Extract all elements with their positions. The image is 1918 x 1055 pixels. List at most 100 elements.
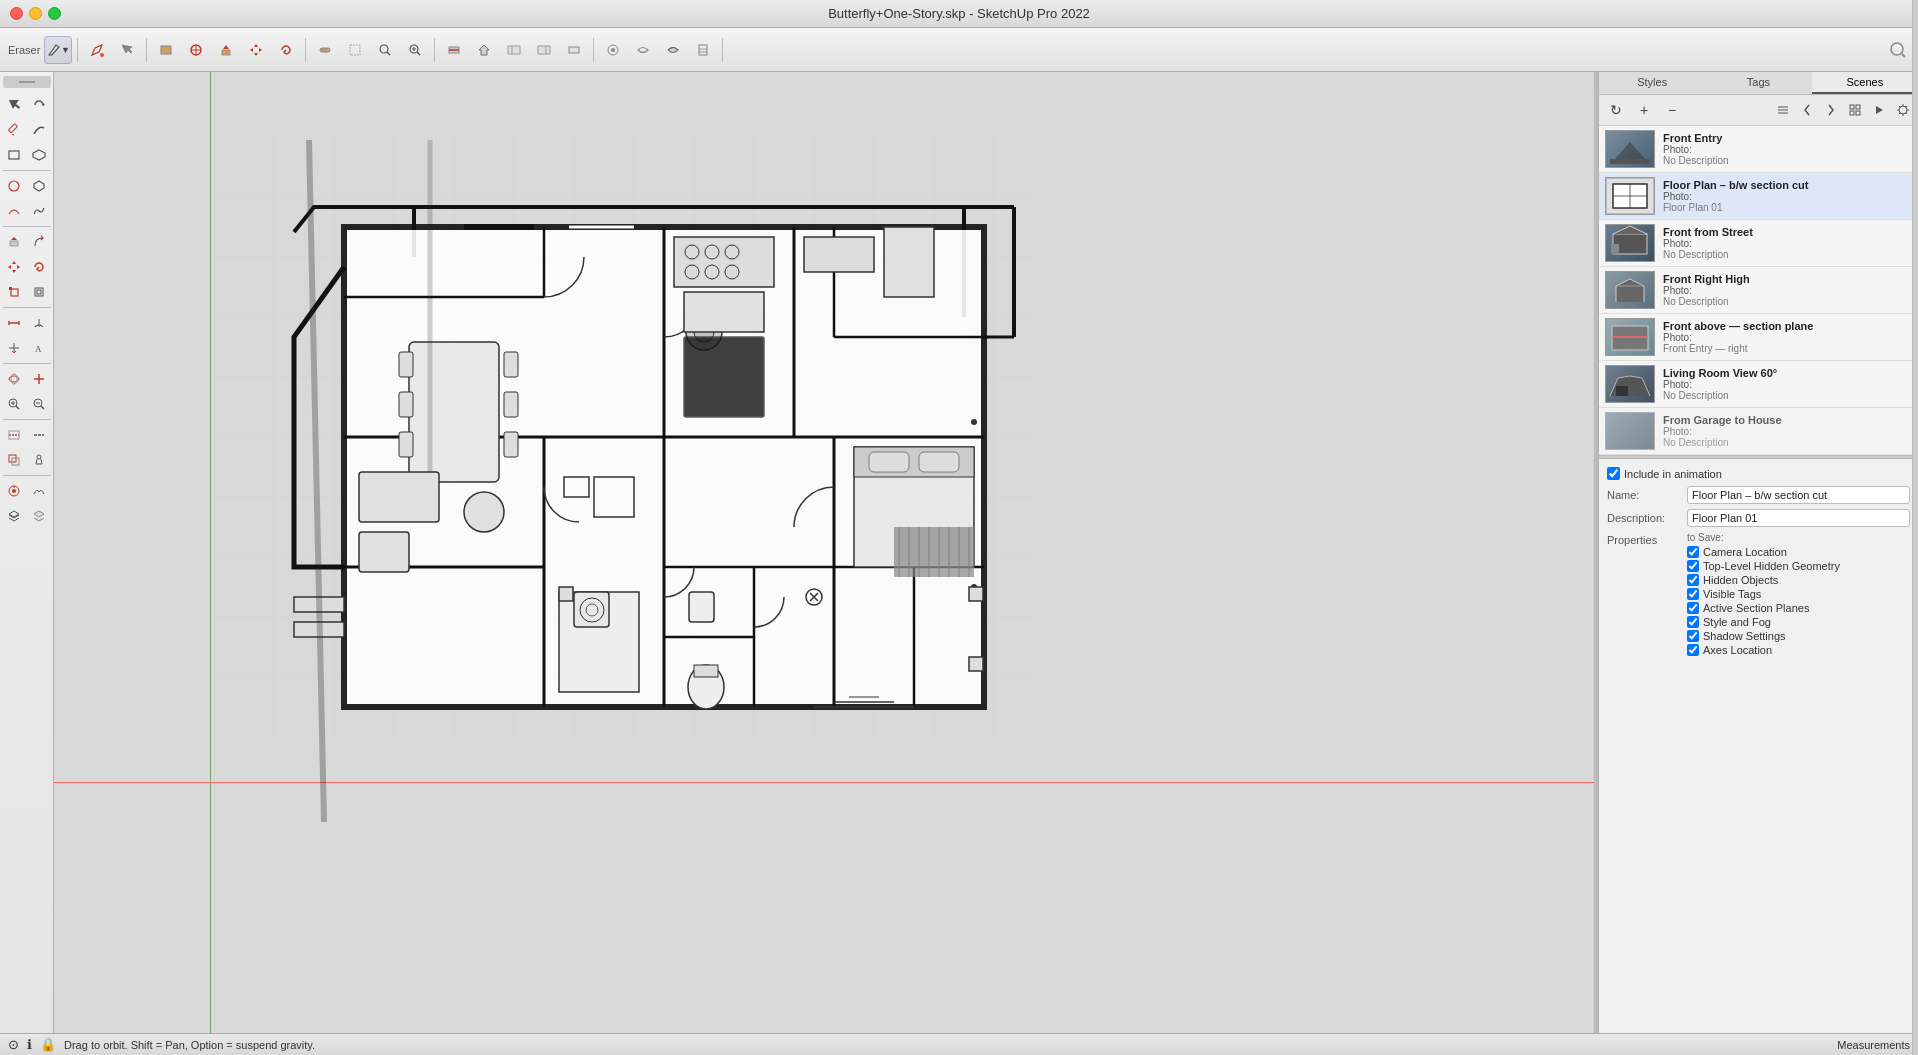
- axes-button[interactable]: [341, 36, 369, 64]
- zoom-in-btn[interactable]: [2, 392, 26, 416]
- toolbox-handle[interactable]: [3, 76, 51, 88]
- flip-btn[interactable]: [27, 504, 51, 528]
- tab-tags[interactable]: Tags: [1705, 72, 1811, 94]
- viewport[interactable]: [54, 72, 1594, 1033]
- scene-item-1[interactable]: Front Entry Photo: No Description: [1599, 126, 1918, 173]
- hidden-geo-checkbox[interactable]: [1687, 560, 1699, 572]
- move-button[interactable]: [242, 36, 270, 64]
- freehand-btn[interactable]: [27, 199, 51, 223]
- orbit-btn[interactable]: [2, 367, 26, 391]
- walkthrough-btn[interactable]: [27, 448, 51, 472]
- select-tool-btn[interactable]: [2, 93, 26, 117]
- parallel-view-button[interactable]: [560, 36, 588, 64]
- axes-btn[interactable]: [2, 336, 26, 360]
- floorplan-drawing[interactable]: [214, 127, 1034, 747]
- rotate-button[interactable]: [272, 36, 300, 64]
- next-icon[interactable]: [1822, 101, 1840, 119]
- camera-settings-button[interactable]: [599, 36, 627, 64]
- zoom-out-btn[interactable]: [27, 392, 51, 416]
- grid-view-icon[interactable]: [1846, 101, 1864, 119]
- refresh-scenes-button[interactable]: ↻: [1605, 99, 1627, 121]
- rectangle-button[interactable]: [152, 36, 180, 64]
- section-button[interactable]: [440, 36, 468, 64]
- section-planes-checkbox[interactable]: [1687, 602, 1699, 614]
- scene-item-2[interactable]: Floor Plan – b/w section cut Photo: Floo…: [1599, 173, 1918, 220]
- next-view-button[interactable]: [530, 36, 558, 64]
- scale-btn[interactable]: [2, 280, 26, 304]
- play-icon[interactable]: [1870, 101, 1888, 119]
- axes-checkbox[interactable]: [1687, 644, 1699, 656]
- status-icon-1[interactable]: ⊙: [8, 1037, 19, 1052]
- rotate-btn[interactable]: [27, 255, 51, 279]
- status-icon-3[interactable]: 🔒: [40, 1037, 56, 1052]
- section-plane-btn[interactable]: [2, 423, 26, 447]
- polygon-btn[interactable]: [27, 174, 51, 198]
- scene-item-4[interactable]: Front Right High Photo: No Description: [1599, 267, 1918, 314]
- visibility-btn[interactable]: [27, 423, 51, 447]
- description-input[interactable]: [1687, 509, 1910, 527]
- followme-btn[interactable]: [27, 230, 51, 254]
- add-scene-button[interactable]: +: [1633, 99, 1655, 121]
- maximize-button[interactable]: [48, 7, 61, 20]
- settings-icon[interactable]: [1894, 101, 1912, 119]
- scene-item-5[interactable]: Front above — section plane Photo: Front…: [1599, 314, 1918, 361]
- paint-button[interactable]: [83, 36, 111, 64]
- advanced-cam-btn[interactable]: [2, 479, 26, 503]
- prev-icon[interactable]: [1798, 101, 1816, 119]
- circle-btn[interactable]: [2, 174, 26, 198]
- rect-btn[interactable]: [2, 143, 26, 167]
- close-button[interactable]: [10, 7, 23, 20]
- visible-tags-checkbox[interactable]: [1687, 588, 1699, 600]
- minimize-button[interactable]: [29, 7, 42, 20]
- advanced-button[interactable]: [689, 36, 717, 64]
- sandbox-btn[interactable]: [27, 479, 51, 503]
- pushpull-btn[interactable]: [2, 230, 26, 254]
- pushpull-button[interactable]: [212, 36, 240, 64]
- pan-btn[interactable]: [27, 367, 51, 391]
- list-view-icon[interactable]: [1774, 101, 1792, 119]
- tab-styles[interactable]: Styles: [1599, 72, 1705, 94]
- pencil-btn[interactable]: [2, 118, 26, 142]
- remove-scene-button[interactable]: −: [1661, 99, 1683, 121]
- intersect-btn[interactable]: [2, 448, 26, 472]
- camera-checkbox[interactable]: [1687, 546, 1699, 558]
- home-view-button[interactable]: [470, 36, 498, 64]
- layer-btn[interactable]: [2, 504, 26, 528]
- arc-btn[interactable]: [2, 199, 26, 223]
- style2-button[interactable]: [659, 36, 687, 64]
- scene-item-7[interactable]: From Garage to House Photo: No Descripti…: [1599, 408, 1918, 455]
- scene-desc-5: Front Entry — right: [1663, 343, 1912, 354]
- svg-rect-184: [1616, 386, 1628, 396]
- hidden-obj-checkbox[interactable]: [1687, 574, 1699, 586]
- name-input[interactable]: [1687, 486, 1910, 504]
- style1-button[interactable]: [629, 36, 657, 64]
- style-fog-checkbox[interactable]: [1687, 616, 1699, 628]
- zoom-extent-button[interactable]: [401, 36, 429, 64]
- eraser-dropdown[interactable]: ▼: [44, 36, 72, 64]
- svg-point-32: [9, 181, 19, 191]
- shadow-checkbox[interactable]: [1687, 630, 1699, 642]
- svg-point-0: [100, 53, 104, 57]
- line-btn[interactable]: [27, 118, 51, 142]
- component-button[interactable]: [182, 36, 210, 64]
- tab-scenes[interactable]: Scenes: [1812, 72, 1918, 94]
- prev-view-button[interactable]: [500, 36, 528, 64]
- svg-line-29: [1902, 54, 1905, 57]
- tape-btn[interactable]: [2, 311, 26, 335]
- text-btn[interactable]: A: [27, 336, 51, 360]
- select-button[interactable]: [113, 36, 141, 64]
- component-btn[interactable]: [27, 143, 51, 167]
- include-animation-checkbox[interactable]: [1607, 467, 1620, 480]
- checkbox-shadow: Shadow Settings: [1687, 630, 1910, 642]
- search-extension-button[interactable]: [1884, 36, 1912, 64]
- active-tool-label: Eraser: [8, 44, 40, 56]
- scene-item-6[interactable]: Living Room View 60° Photo: No Descripti…: [1599, 361, 1918, 408]
- move-btn[interactable]: [2, 255, 26, 279]
- tape-button[interactable]: [311, 36, 339, 64]
- scene-item-3[interactable]: Front from Street Photo: No Description: [1599, 220, 1918, 267]
- rotate-view-btn[interactable]: [27, 93, 51, 117]
- protractor-btn[interactable]: [27, 311, 51, 335]
- offset-btn[interactable]: [27, 280, 51, 304]
- zoom-button[interactable]: [371, 36, 399, 64]
- status-icon-2[interactable]: ℹ: [27, 1037, 32, 1052]
